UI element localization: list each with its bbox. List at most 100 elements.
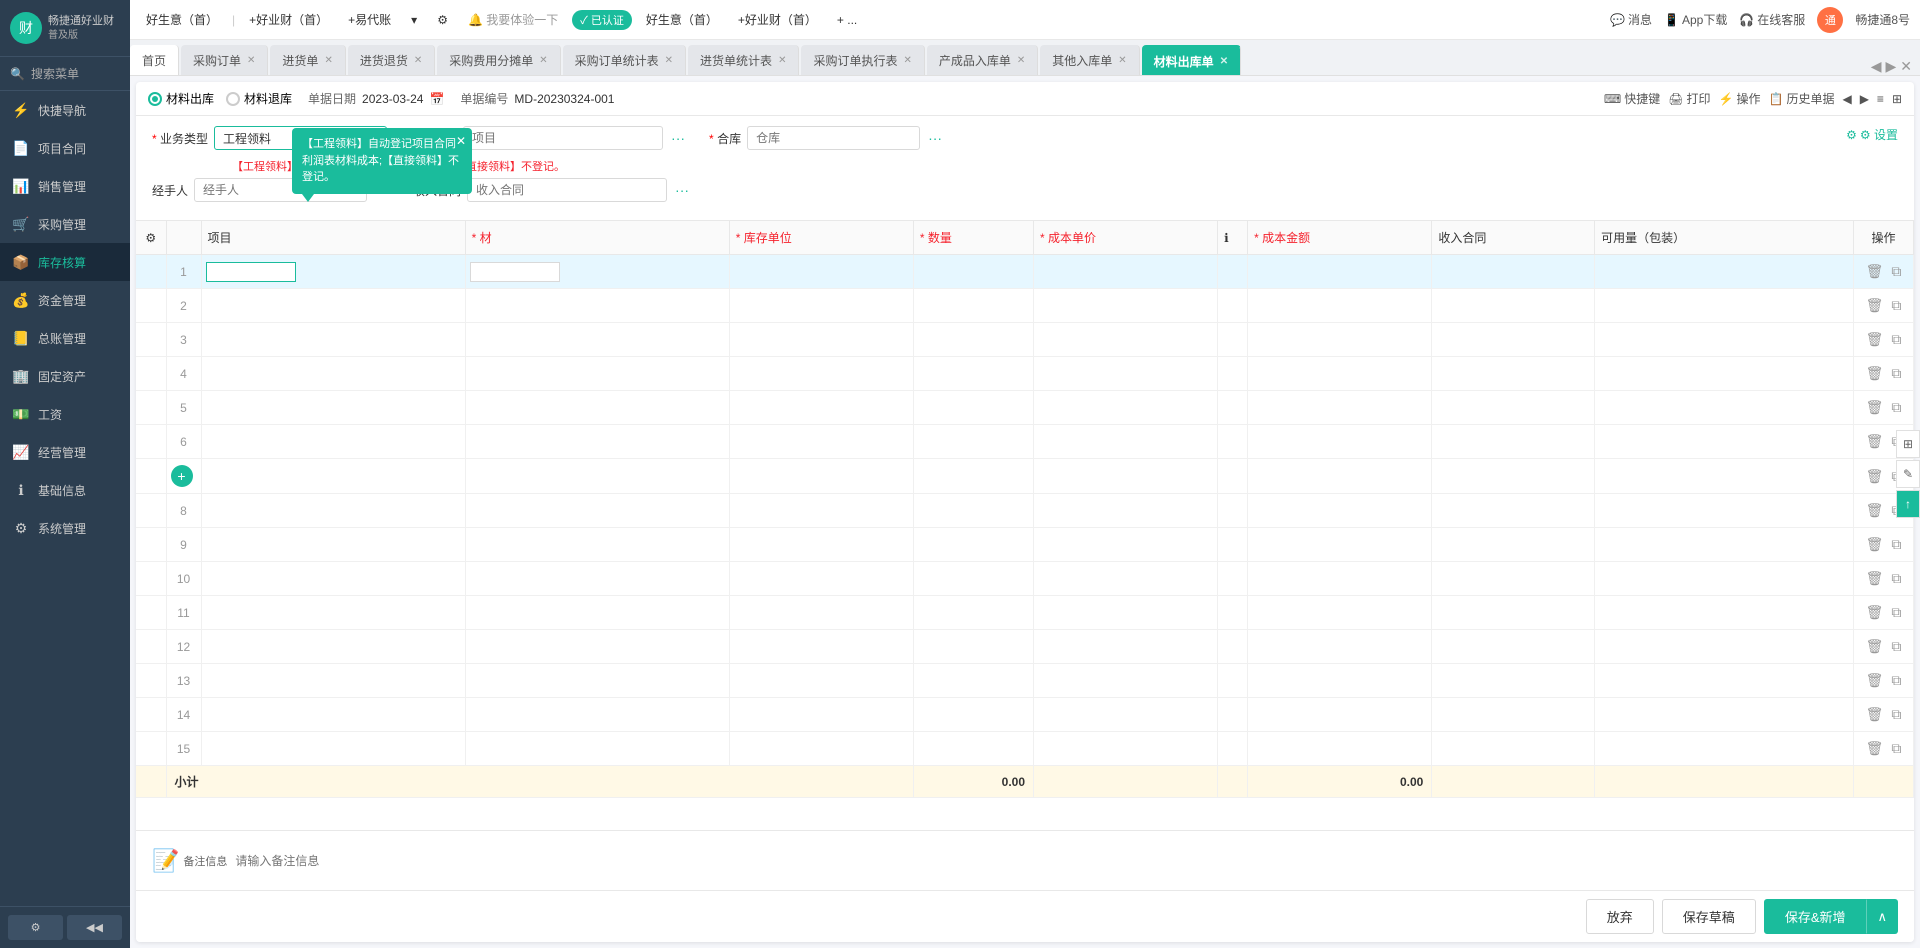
tab-home[interactable]: 首页 [130,45,179,75]
tab-close-other-inbound[interactable]: ✕ [1118,55,1126,66]
row-delete-button[interactable]: 🗑 [1864,329,1886,350]
radio-outbound[interactable]: 材料出库 [148,90,214,107]
sidebar-item-finance[interactable]: 💰 资金管理 [0,281,130,319]
app-download-button[interactable]: 📱 App下载 [1664,11,1727,28]
row-copy-button[interactable]: ⧉ [1889,738,1903,759]
warehouse-dots[interactable]: ··· [928,130,942,146]
sidebar-item-quicknav[interactable]: ⚡ 快捷导航 [0,91,130,129]
row-delete-button[interactable]: 🗑 [1864,431,1886,452]
radio-return[interactable]: 材料退库 [226,90,292,107]
history-button[interactable]: 📋 历史单据 [1768,90,1834,107]
row-copy-button[interactable]: ⧉ [1889,602,1903,623]
row-copy-button[interactable]: ⧉ [1889,670,1903,691]
right-tool-1[interactable]: ⊞ [1896,430,1920,458]
tab-other-inbound[interactable]: 其他入库单 ✕ [1040,45,1139,75]
save-new-button[interactable]: 保存&新增 [1764,899,1867,934]
sidebar-item-contract[interactable]: 📄 项目合同 [0,129,130,167]
topnav-more[interactable]: + ... [831,11,863,29]
sidebar-item-inventory[interactable]: 📦 库存核算 [0,243,130,281]
tab-close-goods-return[interactable]: ✕ [414,55,422,66]
row-copy-button[interactable]: ⧉ [1889,568,1903,589]
sidebar-item-ledger[interactable]: 📒 总账管理 [0,319,130,357]
col-header-cost-info[interactable]: ℹ [1218,221,1248,255]
tab-purchase-stats[interactable]: 采购订单统计表 ✕ [563,45,686,75]
topnav-try[interactable]: 🔔 我要体验一下 [462,9,564,30]
save-draft-button[interactable]: 保存草稿 [1662,899,1756,934]
next-record-button[interactable]: ▶ [1860,92,1869,106]
tab-goods-receipt[interactable]: 进货单 ✕ [270,45,345,75]
tab-purchase-fee[interactable]: 采购费用分摊单 ✕ [437,45,560,75]
notes-icon[interactable]: 📝 备注信息 [152,848,227,874]
tooltip-close-button[interactable]: ✕ [456,132,466,150]
prev-record-button[interactable]: ◀ [1842,92,1851,106]
topnav-dropdown[interactable]: ▾ [405,11,423,29]
tab-order-exec[interactable]: 采购订单执行表 ✕ [801,45,924,75]
sidebar-item-operations[interactable]: 📈 经营管理 [0,433,130,471]
row-delete-button[interactable]: 🗑 [1864,568,1886,589]
sidebar-collapse-button[interactable]: ◀◀ [67,915,122,940]
tab-close-material-outbound[interactable]: ✕ [1220,56,1228,67]
row-material-cell[interactable] [465,255,729,289]
sidebar-item-purchase[interactable]: 🛒 采购管理 [0,205,130,243]
shortcut-button[interactable]: ⌨ 快捷键 [1604,90,1660,107]
row-delete-button[interactable]: 🗑 [1864,397,1886,418]
warehouse-input[interactable] [747,126,920,150]
row-material-input[interactable] [470,262,560,282]
user-avatar[interactable]: 通 [1817,7,1843,33]
topnav-brand-1[interactable]: 好生意（首） [640,9,724,30]
grid-view-button[interactable]: ⊞ [1892,92,1902,106]
row-delete-button[interactable]: 🗑 [1864,261,1886,282]
right-tool-3[interactable]: ↑ [1896,490,1920,518]
discard-button[interactable]: 放弃 [1586,899,1654,934]
row-delete-button[interactable]: 🗑 [1864,738,1886,759]
topnav-brand-2[interactable]: +好业财（首） [732,9,823,30]
row-copy-button[interactable]: ⧉ [1889,295,1903,316]
tab-close-goods-stats[interactable]: ✕ [778,55,786,66]
operation-button[interactable]: ⚡ 操作 [1719,90,1761,107]
tab-close-order-exec[interactable]: ✕ [903,55,911,66]
row-delete-button[interactable]: 🗑 [1864,636,1886,657]
sidebar-item-assets[interactable]: 🏢 固定资产 [0,357,130,395]
sidebar-item-search[interactable]: 🔍 搜索菜单 [0,57,130,91]
add-row-button[interactable]: + [171,465,193,487]
row-copy-button[interactable]: ⧉ [1889,397,1903,418]
tab-material-outbound[interactable]: 材料出库单 ✕ [1142,45,1241,75]
sidebar-item-basic[interactable]: ℹ 基础信息 [0,471,130,509]
calendar-icon[interactable]: 📅 [429,92,444,106]
row-copy-button[interactable]: ⧉ [1889,636,1903,657]
tab-close-purchase-stats[interactable]: ✕ [665,55,673,66]
row-delete-button[interactable]: 🗑 [1864,534,1886,555]
row-copy-button[interactable]: ⧉ [1889,261,1903,282]
row-delete-button[interactable]: 🗑 [1864,466,1886,487]
row-project-cell[interactable] [201,255,465,289]
row-project-input[interactable] [206,262,296,282]
sidebar-item-payroll[interactable]: 💵 工资 [0,395,130,433]
row-copy-button[interactable]: ⧉ [1889,363,1903,384]
row-copy-button[interactable]: ⧉ [1889,534,1903,555]
print-button[interactable]: 🖨 打印 [1668,90,1710,107]
col-header-settings[interactable]: ⚙ [136,221,166,255]
row-copy-button[interactable]: ⧉ [1889,704,1903,725]
row-delete-button[interactable]: 🗑 [1864,670,1886,691]
topnav-settings-icon[interactable]: ⚙ [431,11,454,29]
tab-close-product-inbound[interactable]: ✕ [1017,55,1025,66]
tab-next-button[interactable]: ▶ [1885,58,1896,75]
tab-close-purchase-fee[interactable]: ✕ [539,55,547,66]
topnav-item-0[interactable]: 好生意（首） [140,9,224,30]
right-tool-2[interactable]: ✎ [1896,460,1920,488]
tab-prev-button[interactable]: ◀ [1871,58,1882,75]
row-copy-button[interactable]: ⧉ [1889,329,1903,350]
column-settings-button[interactable]: ⚙ ⚙ 设置 [1846,126,1898,143]
tab-goods-return[interactable]: 进货退货 ✕ [348,45,435,75]
row-delete-button[interactable]: 🗑 [1864,363,1886,384]
row-delete-button[interactable]: 🗑 [1864,602,1886,623]
tab-close-purchase-order[interactable]: ✕ [247,55,255,66]
tab-product-inbound[interactable]: 产成品入库单 ✕ [927,45,1038,75]
topnav-item-1[interactable]: +好业财（首） [243,9,334,30]
row-delete-button[interactable]: 🗑 [1864,704,1886,725]
message-button[interactable]: 💬 消息 [1610,11,1652,28]
tab-close-all-button[interactable]: ✕ [1900,58,1912,75]
save-new-arrow-button[interactable]: ∧ [1866,899,1898,934]
income-contract-input[interactable] [467,178,667,202]
row-delete-button[interactable]: 🗑 [1864,500,1886,521]
